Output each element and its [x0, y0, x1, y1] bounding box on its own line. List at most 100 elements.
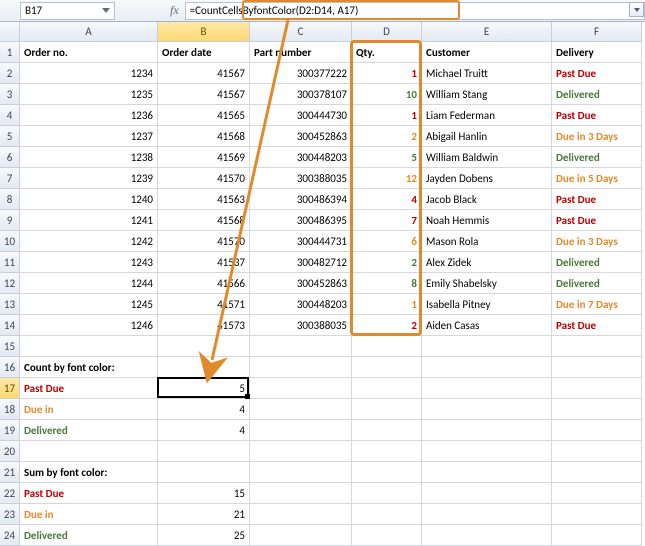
empty-cell[interactable]	[250, 420, 352, 441]
cell-date[interactable]: 41537	[158, 252, 250, 273]
count-value[interactable]: 4	[158, 399, 250, 420]
cell-delivery[interactable]: Past Due	[552, 189, 642, 210]
sum-label[interactable]: Past Due	[20, 483, 158, 504]
cell-delivery[interactable]: Past Due	[552, 210, 642, 231]
cell-date[interactable]: 41568	[158, 126, 250, 147]
row-header-11[interactable]: 11	[0, 252, 20, 273]
name-box[interactable]: B17	[20, 2, 115, 20]
empty-cell[interactable]	[552, 399, 642, 420]
cell-customer[interactable]: Michael Truitt	[422, 63, 552, 84]
cell-qty[interactable]: 2	[352, 315, 422, 336]
empty-cell[interactable]	[422, 504, 552, 525]
cell-order[interactable]: 1245	[20, 294, 158, 315]
empty-cell[interactable]	[158, 441, 250, 462]
row-header-16[interactable]: 16	[0, 357, 20, 378]
empty-cell[interactable]	[352, 483, 422, 504]
header-customer[interactable]: Customer	[422, 42, 552, 63]
row-header-24[interactable]: 24	[0, 525, 20, 546]
cell-delivery[interactable]: Due in 5 Days	[552, 168, 642, 189]
sum-label[interactable]: Due in	[20, 504, 158, 525]
empty-cell[interactable]	[352, 420, 422, 441]
empty-cell[interactable]	[552, 483, 642, 504]
cell-delivery[interactable]: Past Due	[552, 315, 642, 336]
empty-cell[interactable]	[250, 462, 352, 483]
row-header-12[interactable]: 12	[0, 273, 20, 294]
cell-date[interactable]: 41570	[158, 168, 250, 189]
cell-qty[interactable]: 7	[352, 210, 422, 231]
cell-delivery[interactable]: Past Due	[552, 63, 642, 84]
cell-delivery[interactable]: Delivered	[552, 273, 642, 294]
cell-order[interactable]: 1246	[20, 315, 158, 336]
sum-value[interactable]: 25	[158, 525, 250, 546]
empty-cell[interactable]	[552, 336, 642, 357]
cell-part[interactable]: 300444730	[250, 105, 352, 126]
empty-cell[interactable]	[20, 441, 158, 462]
empty-cell[interactable]	[422, 336, 552, 357]
cell-order[interactable]: 1240	[20, 189, 158, 210]
cell-customer[interactable]: Liam Federman	[422, 105, 552, 126]
empty-cell[interactable]	[422, 441, 552, 462]
cell-customer[interactable]: Mason Rola	[422, 231, 552, 252]
cell-part[interactable]: 300452863	[250, 273, 352, 294]
cell-order[interactable]: 1237	[20, 126, 158, 147]
empty-cell[interactable]	[422, 357, 552, 378]
cell-delivery[interactable]: Due in 3 Days	[552, 126, 642, 147]
cell-part[interactable]: 300452863	[250, 126, 352, 147]
section-sum-title[interactable]: Sum by font color:	[20, 462, 158, 483]
cell-customer[interactable]: Emily Shabelsky	[422, 273, 552, 294]
row-header-1[interactable]: 1	[0, 42, 20, 63]
empty-cell[interactable]	[422, 399, 552, 420]
sum-value[interactable]: 15	[158, 483, 250, 504]
cell-customer[interactable]: William Baldwin	[422, 147, 552, 168]
row-header-2[interactable]: 2	[0, 63, 20, 84]
sum-value[interactable]: 21	[158, 504, 250, 525]
cell-part[interactable]: 300388035	[250, 168, 352, 189]
formula-bar-input[interactable]: =CountCellsByfontColor(D2:D14, A17)	[185, 2, 645, 20]
row-header-20[interactable]: 20	[0, 441, 20, 462]
cell-part[interactable]: 300377222	[250, 63, 352, 84]
row-header-6[interactable]: 6	[0, 147, 20, 168]
cell-order[interactable]: 1242	[20, 231, 158, 252]
cell-order[interactable]: 1238	[20, 147, 158, 168]
empty-cell[interactable]	[352, 399, 422, 420]
empty-cell[interactable]	[352, 525, 422, 546]
cell-part[interactable]: 300482712	[250, 252, 352, 273]
cell-date[interactable]: 41569	[158, 147, 250, 168]
cell-part[interactable]: 300444731	[250, 231, 352, 252]
empty-cell[interactable]	[250, 525, 352, 546]
cell-date[interactable]: 41567	[158, 84, 250, 105]
cell-date[interactable]: 41568	[158, 210, 250, 231]
cell-customer[interactable]: Jayden Dobens	[422, 168, 552, 189]
cell-delivery[interactable]: Delivered	[552, 84, 642, 105]
column-header-A[interactable]: A	[20, 22, 158, 42]
row-header-13[interactable]: 13	[0, 294, 20, 315]
row-header-18[interactable]: 18	[0, 399, 20, 420]
cell-qty[interactable]: 10	[352, 84, 422, 105]
cell-customer[interactable]: Abigail Hanlin	[422, 126, 552, 147]
cell-order[interactable]: 1236	[20, 105, 158, 126]
cell-order[interactable]: 1243	[20, 252, 158, 273]
header-delivery[interactable]: Delivery	[552, 42, 642, 63]
cell-date[interactable]: 41565	[158, 105, 250, 126]
column-header-C[interactable]: C	[250, 22, 352, 42]
count-label[interactable]: Due in	[20, 399, 158, 420]
row-header-9[interactable]: 9	[0, 210, 20, 231]
empty-cell[interactable]	[352, 357, 422, 378]
cell-delivery[interactable]: Delivered	[552, 252, 642, 273]
cell-customer[interactable]: Jacob Black	[422, 189, 552, 210]
select-all-corner[interactable]	[0, 22, 20, 42]
cell-qty[interactable]: 1	[352, 63, 422, 84]
cell-date[interactable]: 41573	[158, 315, 250, 336]
cell-delivery[interactable]: Due in 3 Days	[552, 231, 642, 252]
empty-cell[interactable]	[422, 378, 552, 399]
row-header-10[interactable]: 10	[0, 231, 20, 252]
column-header-F[interactable]: F	[552, 22, 642, 42]
empty-cell[interactable]	[352, 462, 422, 483]
cell-qty[interactable]: 2	[352, 126, 422, 147]
empty-cell[interactable]	[250, 378, 352, 399]
row-header-4[interactable]: 4	[0, 105, 20, 126]
empty-cell[interactable]	[20, 336, 158, 357]
cell-order[interactable]: 1235	[20, 84, 158, 105]
cell-qty[interactable]: 4	[352, 189, 422, 210]
empty-cell[interactable]	[352, 378, 422, 399]
